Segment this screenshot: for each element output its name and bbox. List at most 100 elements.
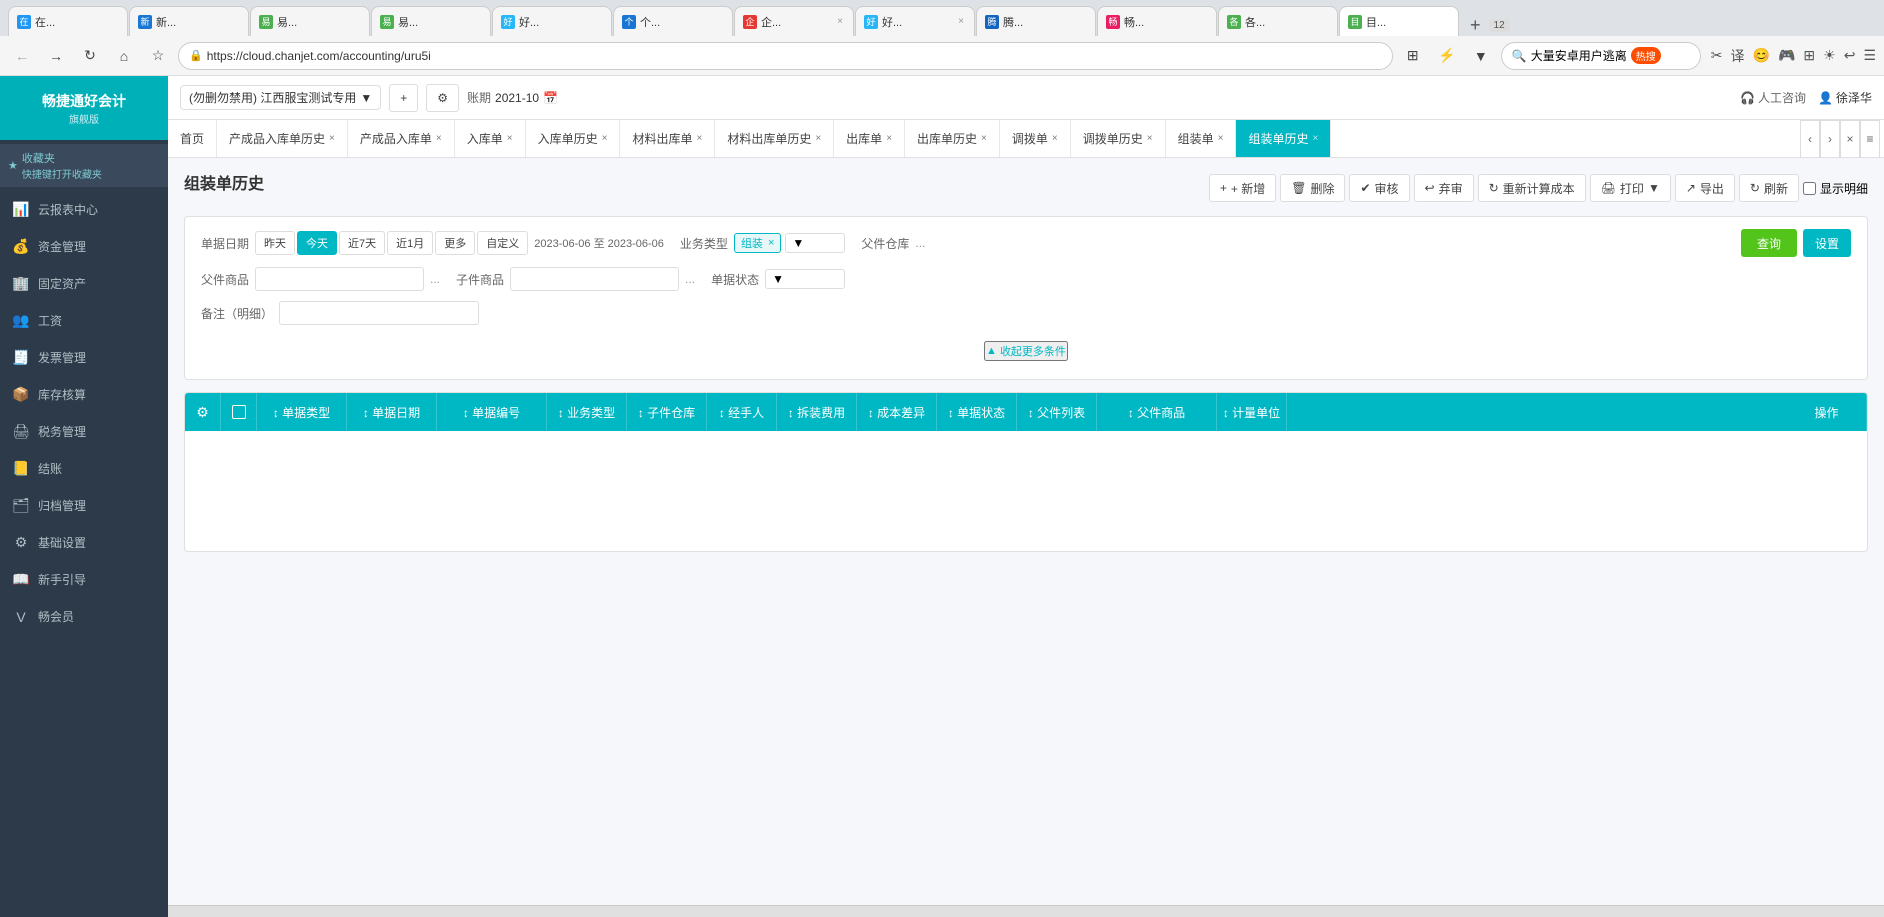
- filter-child-goods-input[interactable]: [510, 267, 679, 291]
- table-select-all-checkbox[interactable]: [232, 405, 246, 419]
- sidebar-item-guide[interactable]: 📖 新手引导: [0, 561, 168, 598]
- nav-tab-transfer-history-close[interactable]: ×: [1147, 133, 1153, 144]
- lightning-button[interactable]: ⚡: [1433, 42, 1461, 70]
- tab-8[interactable]: 腾 腾...: [976, 6, 1096, 36]
- filter-order-status-dropdown[interactable]: ▼: [765, 269, 845, 289]
- scroll-bar[interactable]: [168, 905, 1884, 917]
- collapse-button[interactable]: ▲ 收起更多条件: [984, 341, 1068, 361]
- print-button[interactable]: 🖨 打印 ▼: [1590, 174, 1671, 202]
- filter-date-more[interactable]: 更多: [435, 231, 475, 255]
- show-detail-label[interactable]: 显示明细: [1803, 180, 1868, 197]
- nav-tab-inbound[interactable]: 入库单 ×: [455, 120, 526, 158]
- tab-6[interactable]: 企 企... ×: [734, 6, 854, 36]
- new-tab-button[interactable]: +: [1466, 15, 1485, 36]
- filter-parent-warehouse-dots[interactable]: ...: [915, 236, 925, 250]
- nav-tab-transfer[interactable]: 调拨单 ×: [1000, 120, 1071, 158]
- brightness-icon[interactable]: ☀: [1823, 47, 1836, 64]
- back-button[interactable]: ←: [8, 42, 36, 70]
- abandon-button[interactable]: ↩ 弃审: [1414, 174, 1474, 202]
- sidebar-item-archive[interactable]: 🗂 归档管理: [0, 487, 168, 524]
- nav-tab-outbound-close[interactable]: ×: [886, 133, 892, 144]
- filter-date-7days[interactable]: 近7天: [339, 231, 385, 255]
- sidebar-item-payroll[interactable]: 👥 工资: [0, 302, 168, 339]
- company-settings-button[interactable]: ⚙: [426, 84, 459, 112]
- sidebar-item-settings[interactable]: ⚙ 基础设置: [0, 524, 168, 561]
- menu-icon[interactable]: ☰: [1863, 47, 1876, 64]
- filter-parent-goods-input[interactable]: [255, 267, 424, 291]
- tab-11[interactable]: 目 目...: [1339, 6, 1459, 36]
- tab-2[interactable]: 易 易...: [250, 6, 370, 36]
- apps-icon[interactable]: ⊞: [1803, 47, 1815, 64]
- sidebar-item-tax[interactable]: 🖨 税务管理: [0, 413, 168, 450]
- table-check-header[interactable]: [221, 393, 257, 431]
- tab-close-6[interactable]: ×: [835, 14, 845, 29]
- sidebar-item-invoice[interactable]: 🧾 发票管理: [0, 339, 168, 376]
- tab-9[interactable]: 畅 畅...: [1097, 6, 1217, 36]
- sidebar-item-funds[interactable]: 💰 资金管理: [0, 228, 168, 265]
- nav-tab-finished-goods-close[interactable]: ×: [436, 133, 442, 144]
- home-button[interactable]: ⌂: [110, 42, 138, 70]
- url-bar[interactable]: 🔒 https://cloud.chanjet.com/accounting/u…: [178, 42, 1393, 70]
- filter-date-yesterday[interactable]: 昨天: [255, 231, 295, 255]
- tab-4[interactable]: 好 好...: [492, 6, 612, 36]
- undo-icon[interactable]: ↩: [1844, 47, 1856, 64]
- add-company-button[interactable]: +: [389, 84, 418, 112]
- tab-1[interactable]: 新 新...: [129, 6, 249, 36]
- emoji-icon[interactable]: 😊: [1753, 47, 1770, 64]
- nav-tab-next[interactable]: ›: [1820, 120, 1840, 158]
- tab-3[interactable]: 易 易...: [371, 6, 491, 36]
- nav-tab-assembly-close[interactable]: ×: [1218, 133, 1224, 144]
- nav-tab-material-outbound[interactable]: 材料出库单 ×: [620, 120, 715, 158]
- sidebar-item-membership[interactable]: V 畅会员: [0, 598, 168, 635]
- nav-tab-inbound-history[interactable]: 入库单历史 ×: [526, 120, 621, 158]
- tab-0[interactable]: 在 在...: [8, 6, 128, 36]
- filter-business-type-dropdown[interactable]: ▼: [785, 233, 845, 253]
- filter-settings-button[interactable]: 设置: [1803, 229, 1851, 257]
- translate-icon[interactable]: 译: [1731, 46, 1745, 66]
- nav-tab-outbound-history[interactable]: 出库单历史 ×: [905, 120, 1000, 158]
- approve-button[interactable]: ✔ 审核: [1349, 174, 1409, 202]
- tab-7[interactable]: 好 好... ×: [855, 6, 975, 36]
- company-selector[interactable]: (勿删勿禁用) 江西服宝测试专用 ▼: [180, 85, 381, 110]
- search-box[interactable]: 🔍 大量安卓用户逃离 热搜: [1501, 42, 1701, 70]
- nav-tab-finished-goods[interactable]: 产成品入库单 ×: [348, 120, 455, 158]
- sidebar-item-closing[interactable]: 📒 结账: [0, 450, 168, 487]
- filter-business-type-remove[interactable]: ×: [768, 237, 774, 249]
- nav-tab-outbound-history-close[interactable]: ×: [981, 133, 987, 144]
- nav-tab-material-outbound-close[interactable]: ×: [696, 133, 702, 144]
- filter-notes-input[interactable]: [279, 301, 479, 325]
- nav-tab-close-all[interactable]: ×: [1840, 120, 1860, 158]
- help-button[interactable]: 🎧 人工咨询: [1740, 89, 1806, 106]
- sidebar-favorites[interactable]: ★ 收藏夹 快捷键打开收藏夹: [0, 144, 168, 187]
- nav-tab-inbound-history-close[interactable]: ×: [602, 133, 608, 144]
- nav-tab-inbound-close[interactable]: ×: [507, 133, 513, 144]
- sidebar-item-cloud-reports[interactable]: 📊 云报表中心: [0, 191, 168, 228]
- nav-tab-assembly-history[interactable]: 组装单历史 ×: [1236, 120, 1331, 158]
- scissors-icon[interactable]: ✂: [1711, 47, 1723, 64]
- gamepad-icon[interactable]: 🎮: [1778, 47, 1795, 64]
- nav-tab-material-outbound-history-close[interactable]: ×: [815, 133, 821, 144]
- delete-button[interactable]: 🗑 删除: [1280, 174, 1345, 202]
- nav-tab-material-outbound-history[interactable]: 材料出库单历史 ×: [715, 120, 834, 158]
- filter-date-1month[interactable]: 近1月: [387, 231, 433, 255]
- nav-tab-more[interactable]: ≡: [1860, 120, 1880, 158]
- filter-date-today[interactable]: 今天: [297, 231, 337, 255]
- show-detail-checkbox[interactable]: [1803, 182, 1816, 195]
- bookmark-button[interactable]: ☆: [144, 42, 172, 70]
- tab-5[interactable]: 个 个...: [613, 6, 733, 36]
- query-button[interactable]: 查询: [1741, 229, 1797, 257]
- export-button[interactable]: ↗ 导出: [1675, 174, 1735, 202]
- nav-tab-transfer-history[interactable]: 调拨单历史 ×: [1071, 120, 1166, 158]
- sidebar-item-inventory[interactable]: 📦 库存核算: [0, 376, 168, 413]
- sidebar-item-fixed-assets[interactable]: 🏢 固定资产: [0, 265, 168, 302]
- forward-button[interactable]: →: [42, 42, 70, 70]
- tab-close-7[interactable]: ×: [956, 14, 966, 29]
- nav-tab-outbound[interactable]: 出库单 ×: [834, 120, 905, 158]
- refresh-button[interactable]: ↻: [76, 42, 104, 70]
- filter-parent-goods-dots[interactable]: ...: [430, 272, 440, 286]
- recalculate-button[interactable]: ↻ 重新计算成本: [1478, 174, 1586, 202]
- table-settings-header[interactable]: ⚙: [185, 393, 221, 431]
- add-button[interactable]: + + 新增: [1209, 174, 1276, 202]
- refresh-action-button[interactable]: ↻ 刷新: [1739, 174, 1799, 202]
- nav-tab-prev[interactable]: ‹: [1800, 120, 1820, 158]
